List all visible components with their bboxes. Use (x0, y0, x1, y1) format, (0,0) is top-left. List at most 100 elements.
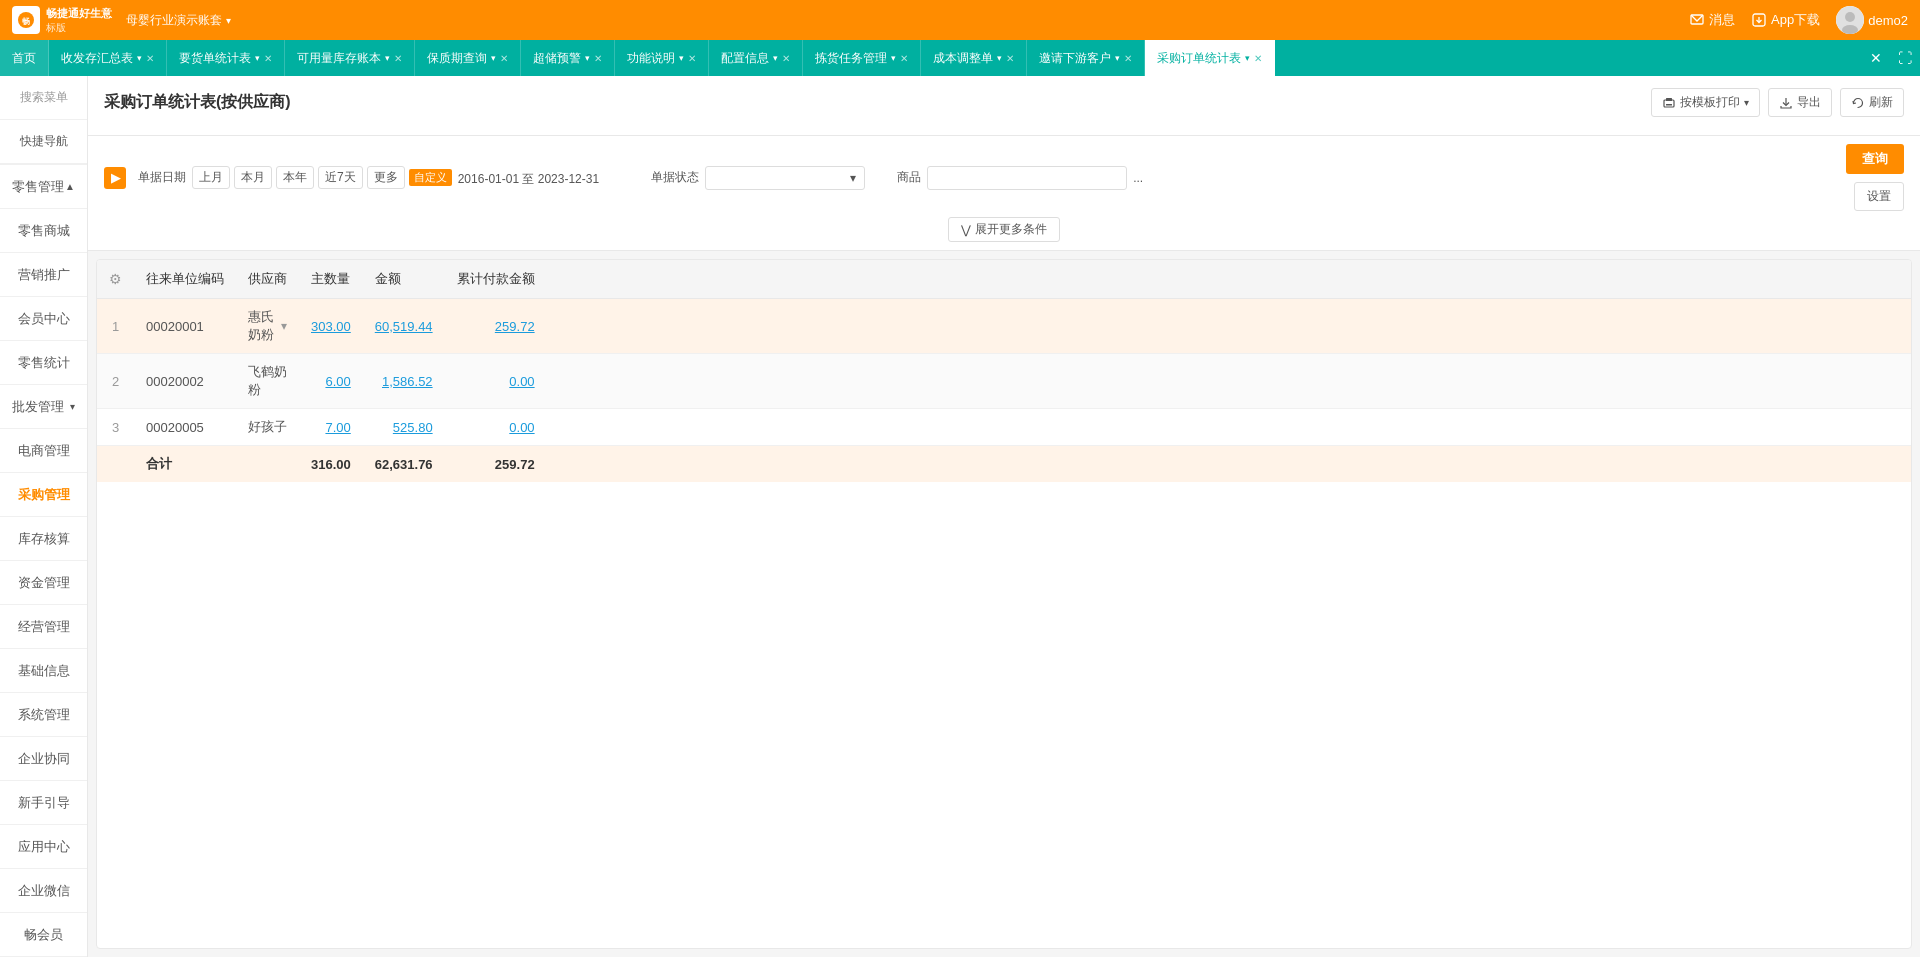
sidebar-item-快捷导航[interactable]: 快捷导航 (0, 120, 87, 164)
sidebar-item-经营管理[interactable]: 经营管理 (0, 605, 87, 649)
table-footer-row: 合计 316.00 62,631.76 259.72 (97, 446, 1911, 483)
tab-可用量库存账本[interactable]: 可用量库存账本 ▾ ✕ (285, 40, 415, 76)
tab-邀请下游客户[interactable]: 邀请下游客户 ▾ ✕ (1027, 40, 1145, 76)
sidebar-item-零售管理[interactable]: 零售管理 ▲ (0, 165, 87, 209)
filter-date-group: 单据日期 上月 本月 本年 近7天 更多 自定义 2016-01-01 至 20… (138, 166, 599, 189)
date-more-button[interactable]: 更多 (367, 166, 405, 189)
sidebar-item-新手引导[interactable]: 新手引导 (0, 781, 87, 825)
row-index: 1 (97, 299, 134, 354)
sidebar-item-会员中心[interactable]: 会员中心 (0, 297, 87, 341)
row-code: 00020005 (134, 409, 236, 446)
row-supplier: 好孩子 (236, 409, 299, 446)
row-expand-icon[interactable]: ▾ (281, 319, 287, 333)
message-button[interactable]: 消息 (1689, 11, 1735, 29)
sidebar-item-批发管理[interactable]: 批发管理 ▾ (0, 385, 87, 429)
sidebar-item-零售统计[interactable]: 零售统计 (0, 341, 87, 385)
sidebar-item-资金管理[interactable]: 资金管理 (0, 561, 87, 605)
user-profile-button[interactable]: demo2 (1836, 6, 1908, 34)
svg-rect-8 (1664, 100, 1674, 107)
nav-maximize-button[interactable]: ⛶ (1890, 50, 1920, 66)
row-amount[interactable]: 525.80 (363, 409, 445, 446)
workspace-selector[interactable]: 母婴行业演示账套 ▾ (120, 10, 237, 31)
tab-采购订单统计表[interactable]: 采购订单统计表 ▾ ✕ (1145, 40, 1275, 76)
row-paid[interactable]: 259.72 (445, 299, 547, 354)
row-code: 00020001 (134, 299, 236, 354)
date-quick-7days[interactable]: 近7天 (318, 166, 363, 189)
top-bar: 畅 畅捷通好生意 标版 母婴行业演示账套 ▾ 消息 App下载 demo2 (0, 0, 1920, 40)
row-empty (547, 354, 1911, 409)
tab-保质期查询[interactable]: 保质期查询 ▾ ✕ (415, 40, 521, 76)
tab-成本调整单[interactable]: 成本调整单 ▾ ✕ (921, 40, 1027, 76)
sidebar-item-畅会员[interactable]: 畅会员 (0, 913, 87, 957)
row-amount[interactable]: 60,519.44 (363, 299, 445, 354)
date-quick-this-year[interactable]: 本年 (276, 166, 314, 189)
row-code: 00020002 (134, 354, 236, 409)
settings-col-icon[interactable]: ⚙ (109, 271, 122, 287)
sidebar-item-应用中心[interactable]: 应用中心 (0, 825, 87, 869)
tab-超储预警[interactable]: 超储预警 ▾ ✕ (521, 40, 615, 76)
tab-功能说明[interactable]: 功能说明 ▾ ✕ (615, 40, 709, 76)
logo-icon: 畅 (12, 6, 40, 34)
sidebar: 搜索菜单 快捷导航 零售管理 ▲ 零售商城 营销推广 会员中心 零售统计 批发管… (0, 76, 88, 957)
sidebar-item-企业协同[interactable]: 企业协同 (0, 737, 87, 781)
filter-toggle-button[interactable]: ▶ (104, 167, 126, 189)
svg-text:畅: 畅 (22, 17, 30, 26)
row-paid[interactable]: 0.00 (445, 409, 547, 446)
sidebar-item-系统管理[interactable]: 系统管理 (0, 693, 87, 737)
col-amount: 金额 (363, 260, 445, 299)
col-paid: 累计付款金额 (445, 260, 547, 299)
sidebar-item-库存核算[interactable]: 库存核算 (0, 517, 87, 561)
nav-close-all-button[interactable]: ✕ (1862, 50, 1890, 66)
tab-收发存汇总表[interactable]: 收发存汇总表 ▾ ✕ (49, 40, 167, 76)
row-amount[interactable]: 1,586.52 (363, 354, 445, 409)
table-row: 3 00020005 好孩子 7.00 525.80 0.00 (97, 409, 1911, 446)
page-title: 采购订单统计表(按供应商) (104, 92, 291, 113)
tab-home[interactable]: 首页 (0, 40, 49, 76)
status-filter-select[interactable]: ▾ (705, 166, 865, 190)
tab-配置信息[interactable]: 配置信息 ▾ ✕ (709, 40, 803, 76)
footer-empty1 (97, 446, 134, 483)
custom-date-badge: 自定义 (409, 169, 452, 186)
tab-拣货任务管理[interactable]: 拣货任务管理 ▾ ✕ (803, 40, 921, 76)
goods-more-icon[interactable]: ... (1133, 171, 1143, 185)
row-paid[interactable]: 0.00 (445, 354, 547, 409)
row-qty[interactable]: 7.00 (299, 409, 363, 446)
sidebar-search[interactable]: 搜索菜单 (0, 76, 87, 120)
expand-filters-button[interactable]: ⋁ 展开更多条件 (948, 217, 1060, 242)
status-filter-label: 单据状态 (651, 169, 699, 186)
page-header: 采购订单统计表(按供应商) 按模板打印 ▾ 导出 刷新 (88, 76, 1920, 136)
row-qty[interactable]: 6.00 (299, 354, 363, 409)
template-print-button[interactable]: 按模板打印 ▾ (1651, 88, 1760, 117)
page-actions: 按模板打印 ▾ 导出 刷新 (1651, 88, 1904, 117)
footer-amount: 62,631.76 (363, 446, 445, 483)
avatar (1836, 6, 1864, 34)
sidebar-item-基础信息[interactable]: 基础信息 (0, 649, 87, 693)
col-supplier: 供应商 (236, 260, 299, 299)
sidebar-item-营销推广[interactable]: 营销推广 (0, 253, 87, 297)
logo-text: 畅捷通好生意 标版 (46, 6, 112, 33)
refresh-button[interactable]: 刷新 (1840, 88, 1904, 117)
export-button[interactable]: 导出 (1768, 88, 1832, 117)
tab-要货单统计表[interactable]: 要货单统计表 ▾ ✕ (167, 40, 285, 76)
logo-area: 畅 畅捷通好生意 标版 (12, 6, 112, 34)
sidebar-item-企业微信[interactable]: 企业微信 (0, 869, 87, 913)
date-quick-buttons: 上月 本月 本年 近7天 更多 自定义 (192, 166, 452, 189)
query-button[interactable]: 查询 (1846, 144, 1904, 174)
app-download-button[interactable]: App下载 (1751, 11, 1820, 29)
table-row: 1 00020001 惠氏奶粉 ▾ 303.00 60,519.44 259.7… (97, 299, 1911, 354)
goods-filter-input[interactable] (927, 166, 1127, 190)
row-qty[interactable]: 303.00 (299, 299, 363, 354)
sidebar-item-电商管理[interactable]: 电商管理 (0, 429, 87, 473)
sidebar-item-采购管理[interactable]: 采购管理 (0, 473, 87, 517)
table-row: 2 00020002 飞鹤奶粉 6.00 1,586.52 0.00 (97, 354, 1911, 409)
date-quick-last-month[interactable]: 上月 (192, 166, 230, 189)
row-empty (547, 409, 1911, 446)
date-quick-this-month[interactable]: 本月 (234, 166, 272, 189)
svg-rect-9 (1666, 98, 1672, 101)
content-area: 采购订单统计表(按供应商) 按模板打印 ▾ 导出 刷新 (88, 76, 1920, 957)
settings-button[interactable]: 设置 (1854, 182, 1904, 211)
row-empty (547, 299, 1911, 354)
sidebar-item-零售商城[interactable]: 零售商城 (0, 209, 87, 253)
col-empty (547, 260, 1911, 299)
col-settings[interactable]: ⚙ (97, 260, 134, 299)
